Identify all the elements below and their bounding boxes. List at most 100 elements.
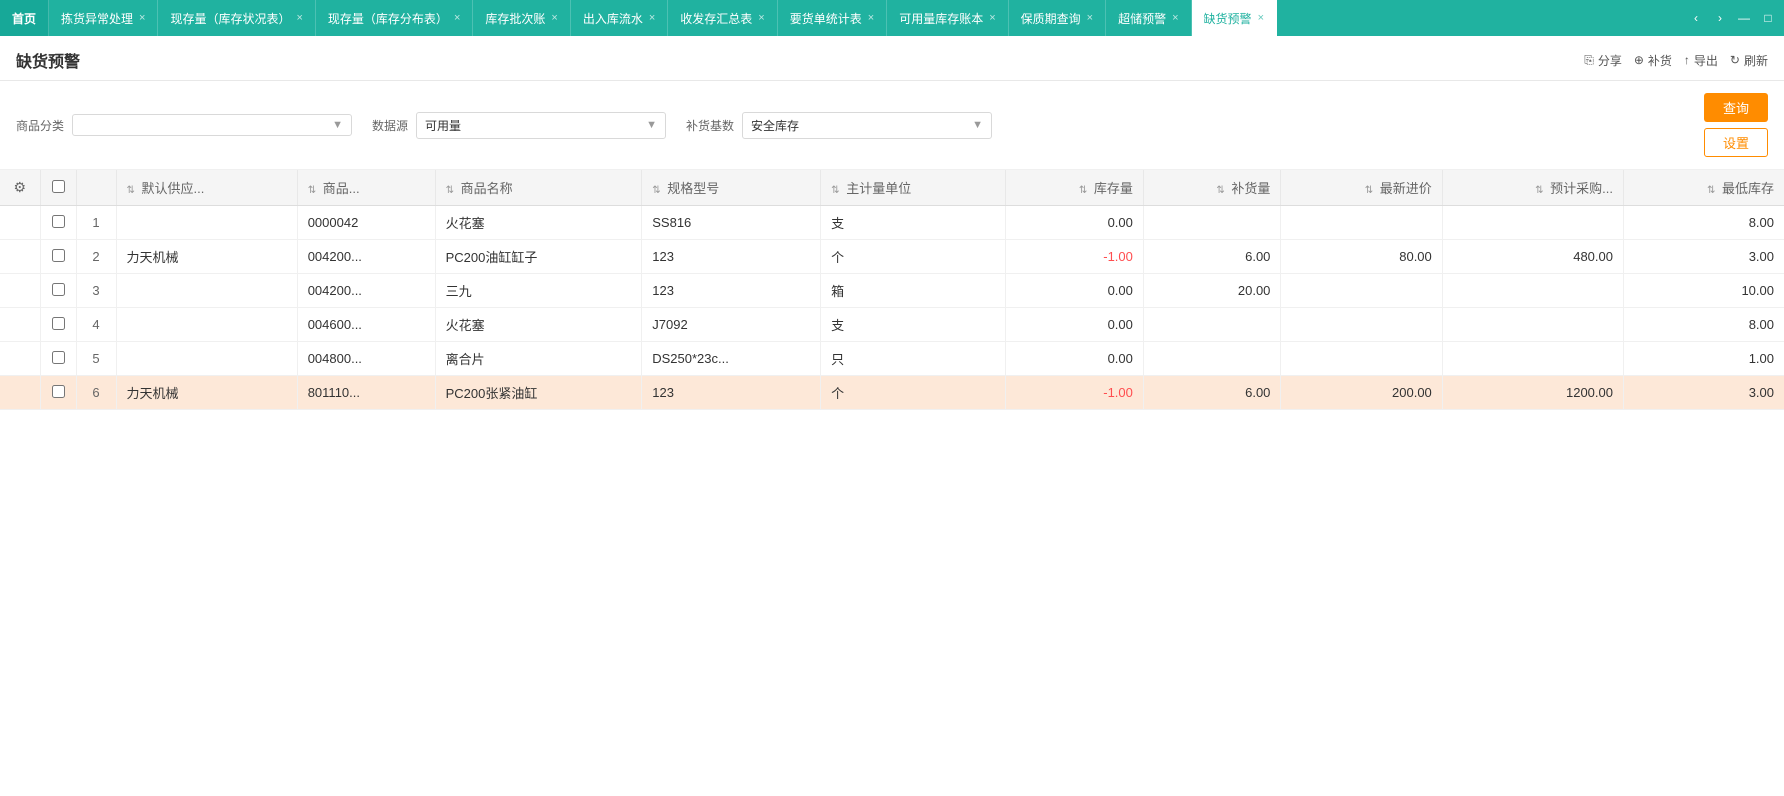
tab-close-icon[interactable]: × — [868, 12, 874, 24]
category-filter-group: 商品分类 ▼ — [16, 114, 352, 136]
row-estimated-purchase: 1200.00 — [1442, 376, 1623, 410]
table-settings-icon[interactable]: ⚙ — [13, 179, 26, 195]
tab-recv-summary[interactable]: 收发存汇总表 × — [668, 0, 777, 36]
settings-button[interactable]: 设置 — [1704, 128, 1768, 157]
col-min-inventory-header[interactable]: ⇅ 最低库存 — [1623, 170, 1784, 206]
row-checkbox-cell — [40, 342, 76, 376]
row-latest-price: 200.00 — [1281, 376, 1442, 410]
tab-close-icon[interactable]: × — [758, 12, 764, 24]
col-replenish-qty-header[interactable]: ⇅ 补货量 — [1143, 170, 1281, 206]
export-button[interactable]: ↑ 导出 — [1684, 52, 1718, 69]
row-product-code: 801110... — [297, 376, 435, 410]
tab-close-icon[interactable]: × — [551, 12, 557, 24]
row-unit: 个 — [821, 376, 1006, 410]
col-inventory-header[interactable]: ⇅ 库存量 — [1006, 170, 1144, 206]
row-checkbox[interactable] — [52, 385, 65, 398]
row-number: 6 — [76, 376, 116, 410]
tab-inout-flow[interactable]: 出入库流水 × — [571, 0, 668, 36]
row-unit: 支 — [821, 206, 1006, 240]
row-checkbox[interactable] — [52, 283, 65, 296]
row-checkbox[interactable] — [52, 351, 65, 364]
tab-label: 出入库流水 — [583, 10, 643, 27]
select-all-checkbox[interactable] — [52, 180, 65, 193]
col-spec-header[interactable]: ⇅ 规格型号 — [642, 170, 821, 206]
tab-inventory-dist[interactable]: 现存量（库存分布表）× — [316, 0, 473, 36]
row-supplier — [116, 342, 297, 376]
row-min-inventory: 3.00 — [1623, 240, 1784, 274]
row-spec: SS816 — [642, 206, 821, 240]
tab-nav-buttons: ‹ › — □ — [1680, 6, 1784, 30]
row-min-inventory: 8.00 — [1623, 206, 1784, 240]
tab-close-icon[interactable]: × — [1258, 12, 1264, 24]
share-icon: ⎘ — [1584, 53, 1594, 68]
datasource-select[interactable]: 可用量 ▼ — [416, 112, 666, 139]
tab-expiry-query[interactable]: 保质期查询 × — [1009, 0, 1106, 36]
tab-close-icon[interactable]: × — [296, 12, 302, 24]
row-settings-cell — [0, 240, 40, 274]
col-supplier-header[interactable]: ⇅ 默认供应... — [116, 170, 297, 206]
row-number: 3 — [76, 274, 116, 308]
window-maximize[interactable]: □ — [1756, 6, 1780, 30]
replenish-button[interactable]: ⊕ 补货 — [1634, 52, 1672, 69]
tab-order-stats[interactable]: 要货单统计表× — [778, 0, 887, 36]
col-latest-price-header[interactable]: ⇅ 最新进价 — [1281, 170, 1442, 206]
tab-home[interactable]: 首页 — [0, 0, 49, 36]
replenish-base-arrow-icon: ▼ — [972, 119, 983, 131]
row-replenish-qty — [1143, 308, 1281, 342]
tab-label: 保质期查询 — [1021, 10, 1081, 27]
table-row: 3004200...三九123箱0.0020.0010.00 — [0, 274, 1784, 308]
row-product-code: 0000042 — [297, 206, 435, 240]
col-settings: ⚙ — [0, 170, 40, 206]
tab-batch-account[interactable]: 库存批次账× — [473, 0, 570, 36]
tab-inventory-status[interactable]: 现存量（库存状况表）× — [158, 0, 315, 36]
replenish-base-label: 补货基数 — [686, 117, 734, 134]
row-product-code: 004200... — [297, 274, 435, 308]
row-checkbox-cell — [40, 376, 76, 410]
tab-close-icon[interactable]: × — [139, 12, 145, 24]
tab-close-icon[interactable]: × — [1087, 12, 1093, 24]
col-estimated-purchase-header[interactable]: ⇅ 预计采购... — [1442, 170, 1623, 206]
row-checkbox[interactable] — [52, 317, 65, 330]
row-product-code: 004600... — [297, 308, 435, 342]
table-row: 5004800...离合片DS250*23c...只0.001.00 — [0, 342, 1784, 376]
tab-close-icon[interactable]: × — [649, 12, 655, 24]
tab-defect-handling[interactable]: 拣货异常处理 × — [49, 0, 158, 36]
tab-close-icon[interactable]: × — [989, 12, 995, 24]
row-min-inventory: 1.00 — [1623, 342, 1784, 376]
row-supplier — [116, 308, 297, 342]
tab-label: 收发存汇总表 — [680, 10, 752, 27]
row-product-name: PC200油缸缸子 — [435, 240, 642, 274]
query-button[interactable]: 查询 — [1704, 93, 1768, 122]
tab-shortage-warn[interactable]: 缺货预警× — [1192, 0, 1277, 36]
tab-scroll-right[interactable]: › — [1708, 6, 1732, 30]
tab-overstock-warn[interactable]: 超储预警 × — [1106, 0, 1191, 36]
row-checkbox[interactable] — [52, 215, 65, 228]
col-checkbox-header — [40, 170, 76, 206]
share-button[interactable]: ⎘ 分享 — [1584, 52, 1622, 69]
tab-bar: 首页拣货异常处理×现存量（库存状况表）×现存量（库存分布表）×库存批次账×出入库… — [0, 0, 1784, 36]
category-select[interactable]: ▼ — [72, 114, 352, 136]
tab-available-ledger[interactable]: 可用量库存账本× — [887, 0, 1008, 36]
col-product-name-header[interactable]: ⇅ 商品名称 — [435, 170, 642, 206]
replenish-base-select[interactable]: 安全库存 ▼ — [742, 112, 992, 139]
col-unit-header[interactable]: ⇅ 主计量单位 — [821, 170, 1006, 206]
row-settings-cell — [0, 308, 40, 342]
tab-label: 超储预警 — [1118, 10, 1166, 27]
tab-scroll-left[interactable]: ‹ — [1684, 6, 1708, 30]
replenish-base-filter-group: 补货基数 安全库存 ▼ — [686, 112, 992, 139]
filter-actions: 查询 设置 — [1704, 93, 1768, 157]
col-product-code-header[interactable]: ⇅ 商品... — [297, 170, 435, 206]
row-unit: 支 — [821, 308, 1006, 342]
row-min-inventory: 3.00 — [1623, 376, 1784, 410]
tab-close-icon[interactable]: × — [1172, 12, 1178, 24]
window-minimize[interactable]: — — [1732, 6, 1756, 30]
row-settings-cell — [0, 206, 40, 240]
row-estimated-purchase — [1442, 308, 1623, 342]
row-spec: 123 — [642, 274, 821, 308]
tab-close-icon[interactable]: × — [454, 12, 460, 24]
export-icon: ↑ — [1684, 53, 1690, 67]
replenish-base-value: 安全库存 — [751, 117, 799, 134]
row-checkbox[interactable] — [52, 249, 65, 262]
refresh-button[interactable]: ↻ 刷新 — [1730, 52, 1768, 69]
tab-label: 拣货异常处理 — [61, 10, 133, 27]
